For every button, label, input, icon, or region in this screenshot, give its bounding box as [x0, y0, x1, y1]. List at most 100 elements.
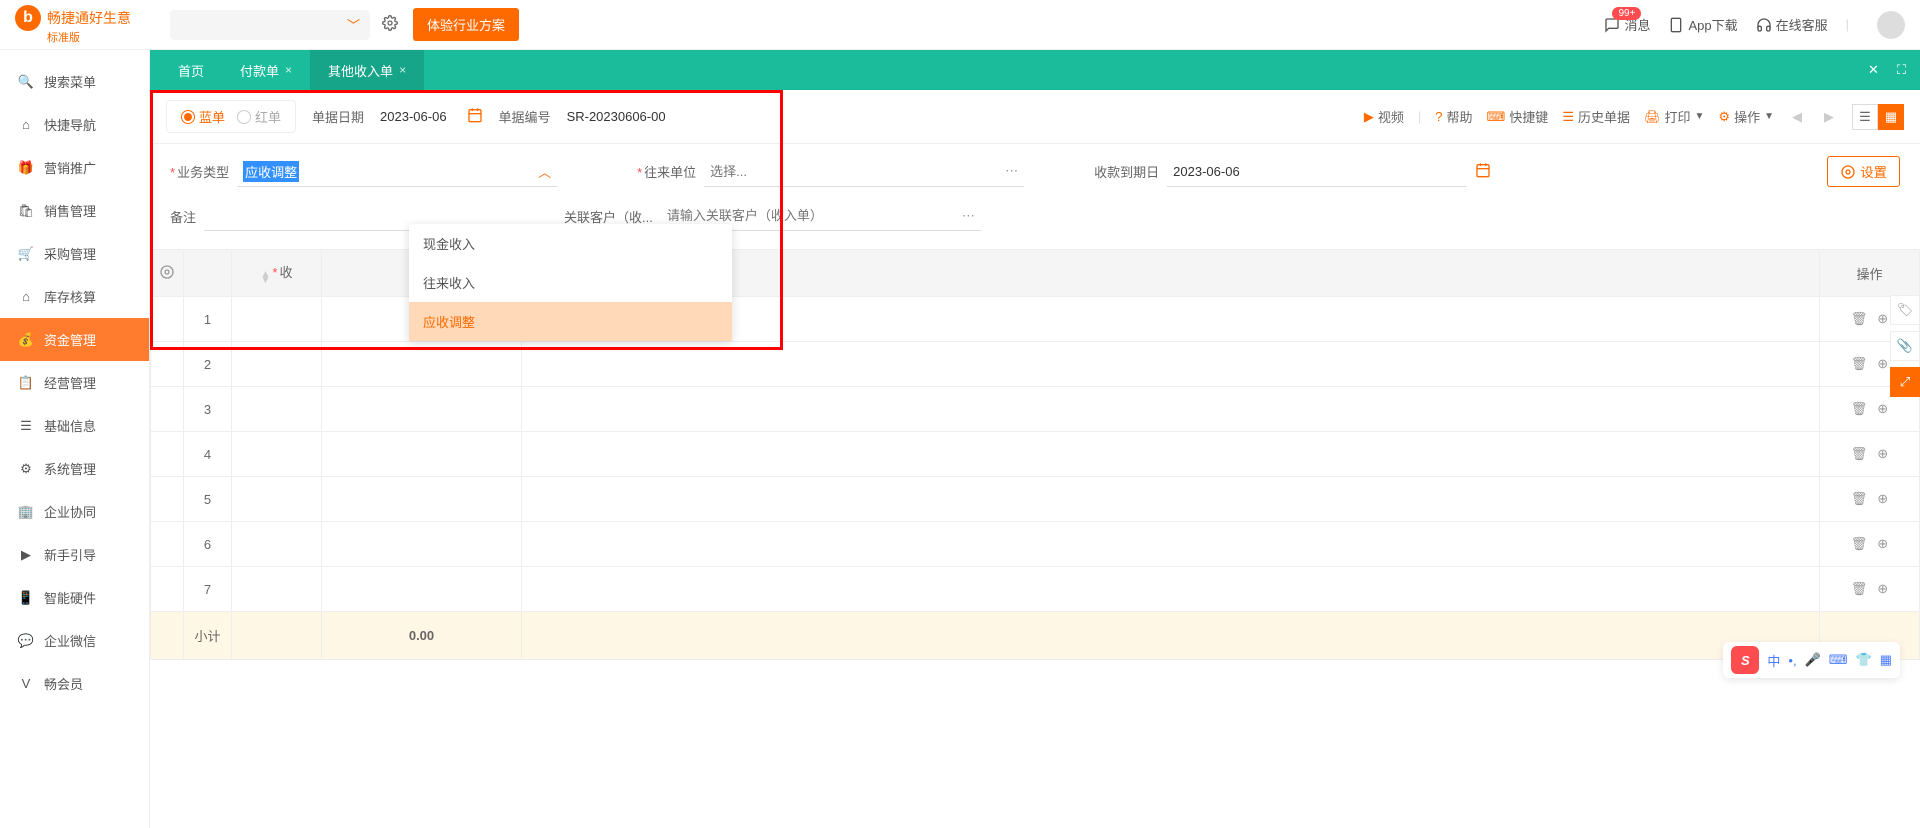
tabs-right: ✕ ⛶ [1864, 58, 1910, 82]
dropdown-item[interactable]: 应收调整 [409, 302, 732, 341]
sidebar-item[interactable]: 🛒采购管理 [0, 232, 149, 275]
hotkey-button[interactable]: ⌨快捷键 [1487, 107, 1549, 126]
sidebar-icon: 🏢 [18, 504, 34, 520]
expand-tool-icon[interactable]: ⤢ [1890, 367, 1920, 397]
delete-icon[interactable]: 🗑 [1851, 401, 1868, 417]
radio-blue[interactable]: 蓝单 [181, 107, 225, 126]
more-icon[interactable]: ⋯ [962, 208, 975, 224]
copy-icon[interactable]: ⊕ [1877, 491, 1888, 507]
delete-icon[interactable]: 🗑 [1851, 491, 1868, 507]
ime-keyboard-icon[interactable]: ⌨ [1829, 652, 1848, 668]
logo-icon: b [15, 5, 41, 31]
table-row[interactable]: 3🗑⊕ [151, 387, 1920, 432]
sidebar-item[interactable]: 🛍销售管理 [0, 189, 149, 232]
delete-icon[interactable]: 🗑 [1851, 536, 1868, 552]
radio-red[interactable]: 红单 [237, 107, 281, 126]
sidebar-item[interactable]: 📋经营管理 [0, 361, 149, 404]
ime-mic-icon[interactable]: 🎤 [1805, 652, 1821, 668]
tab[interactable]: 首页 [160, 50, 222, 90]
expand-icon[interactable]: ⛶ [1893, 58, 1910, 82]
video-button[interactable]: ▶视频 [1364, 107, 1404, 126]
biz-type-value: 应收调整 [243, 161, 299, 182]
copy-icon[interactable]: ⊕ [1877, 401, 1888, 417]
sidebar-item[interactable]: 💬企业微信 [0, 619, 149, 662]
ime-skin-icon[interactable]: 👕 [1856, 652, 1872, 668]
calendar-icon[interactable] [467, 107, 483, 126]
close-icon[interactable]: × [285, 63, 292, 77]
doc-no-value: SR-20230606-00 [567, 109, 666, 124]
chevron-up-icon[interactable]: ︿ [538, 162, 551, 181]
print-button[interactable]: 🖨打印▼ [1644, 107, 1704, 126]
view-list-icon[interactable]: ☰ [1852, 104, 1878, 130]
attachment-icon[interactable]: 📎 [1890, 331, 1920, 361]
delete-icon[interactable]: 🗑 [1851, 446, 1868, 462]
ime-punct-icon[interactable]: •, [1788, 653, 1796, 668]
sidebar-item[interactable]: ⌂快捷导航 [0, 103, 149, 146]
sidebar-item[interactable]: ⚙系统管理 [0, 447, 149, 490]
close-all-icon[interactable]: ✕ [1864, 58, 1883, 82]
calendar-icon[interactable] [1475, 162, 1491, 181]
copy-icon[interactable]: ⊕ [1877, 446, 1888, 462]
copy-icon[interactable]: ⊕ [1877, 356, 1888, 372]
table-row[interactable]: 7🗑⊕ [151, 567, 1920, 612]
delete-icon[interactable]: 🗑 [1851, 311, 1868, 327]
sidebar-item[interactable]: 🔍搜索菜单 [0, 60, 149, 103]
settings-button[interactable]: 设置 [1827, 156, 1900, 187]
app-download-button[interactable]: App下载 [1668, 15, 1737, 34]
messages-button[interactable]: 99+ 消息 [1604, 15, 1650, 34]
col-header[interactable]: ▲▼*收 [232, 250, 322, 297]
sidebar-label: 经营管理 [44, 373, 96, 392]
sidebar-label: 快捷导航 [44, 115, 96, 134]
ime-toolbar[interactable]: S 中 •, 🎤 ⌨ 👕 ▦ [1723, 642, 1900, 678]
counterparty-input[interactable]: ⋯ [704, 157, 1024, 187]
sidebar-item[interactable]: ▶新手引导 [0, 533, 149, 576]
close-icon[interactable]: × [399, 63, 406, 77]
dropdown-item[interactable]: 往来收入 [409, 263, 732, 302]
sidebar-item[interactable]: 🎁营销推广 [0, 146, 149, 189]
sidebar-label: 系统管理 [44, 459, 96, 478]
sidebar-label: 库存核算 [44, 287, 96, 306]
copy-icon[interactable]: ⊕ [1877, 536, 1888, 552]
table-row[interactable]: 2🗑⊕ [151, 342, 1920, 387]
avatar[interactable] [1877, 11, 1905, 39]
table-row[interactable]: 4🗑⊕ [151, 432, 1920, 477]
sidebar-label: 基础信息 [44, 416, 96, 435]
sidebar-icon: ▶ [18, 547, 34, 563]
table-row[interactable]: 6🗑⊕ [151, 522, 1920, 567]
online-service-button[interactable]: 在线客服 [1756, 15, 1828, 34]
doc-date-value[interactable]: 2023-06-06 [380, 109, 447, 124]
right-tools: 🏷 📎 ⤢ [1890, 295, 1920, 397]
ime-grid-icon[interactable]: ▦ [1880, 652, 1892, 668]
sidebar-item[interactable]: V畅会员 [0, 662, 149, 705]
biz-type-input[interactable]: 应收调整 ︿ [237, 157, 557, 187]
gear-header[interactable] [151, 250, 184, 297]
copy-icon[interactable]: ⊕ [1877, 581, 1888, 597]
sidebar-item[interactable]: ☰基础信息 [0, 404, 149, 447]
sidebar-item[interactable]: 📱智能硬件 [0, 576, 149, 619]
ime-lang[interactable]: 中 [1767, 651, 1780, 670]
tab[interactable]: 其他收入单× [310, 50, 424, 90]
table-row[interactable]: 5🗑⊕ [151, 477, 1920, 522]
help-button[interactable]: ?帮助 [1435, 107, 1472, 126]
sidebar-label: 畅会员 [44, 674, 83, 693]
delete-icon[interactable]: 🗑 [1851, 356, 1868, 372]
sidebar-label: 搜索菜单 [44, 72, 96, 91]
dropdown-item[interactable]: 现金收入 [409, 224, 732, 263]
due-date-input[interactable]: 2023-06-06 [1167, 157, 1467, 187]
history-button[interactable]: ☰历史单据 [1562, 107, 1630, 126]
sidebar-item[interactable]: 💰资金管理 [0, 318, 149, 361]
next-icon[interactable]: ▶ [1820, 109, 1838, 125]
tag-icon[interactable]: 🏷 [1890, 295, 1920, 325]
copy-icon[interactable]: ⊕ [1877, 311, 1888, 327]
more-icon[interactable]: ⋯ [1005, 163, 1018, 179]
operate-button[interactable]: ⚙操作▼ [1718, 107, 1774, 126]
prev-icon[interactable]: ◀ [1788, 109, 1806, 125]
gear-icon[interactable] [382, 15, 398, 34]
view-grid-icon[interactable]: ▦ [1878, 104, 1904, 130]
delete-icon[interactable]: 🗑 [1851, 581, 1868, 597]
org-selector[interactable]: ﹀ [170, 10, 370, 40]
sidebar-item[interactable]: ⌂库存核算 [0, 275, 149, 318]
trial-button[interactable]: 体验行业方案 [413, 8, 519, 41]
tab[interactable]: 付款单× [222, 50, 310, 90]
sidebar-item[interactable]: 🏢企业协同 [0, 490, 149, 533]
